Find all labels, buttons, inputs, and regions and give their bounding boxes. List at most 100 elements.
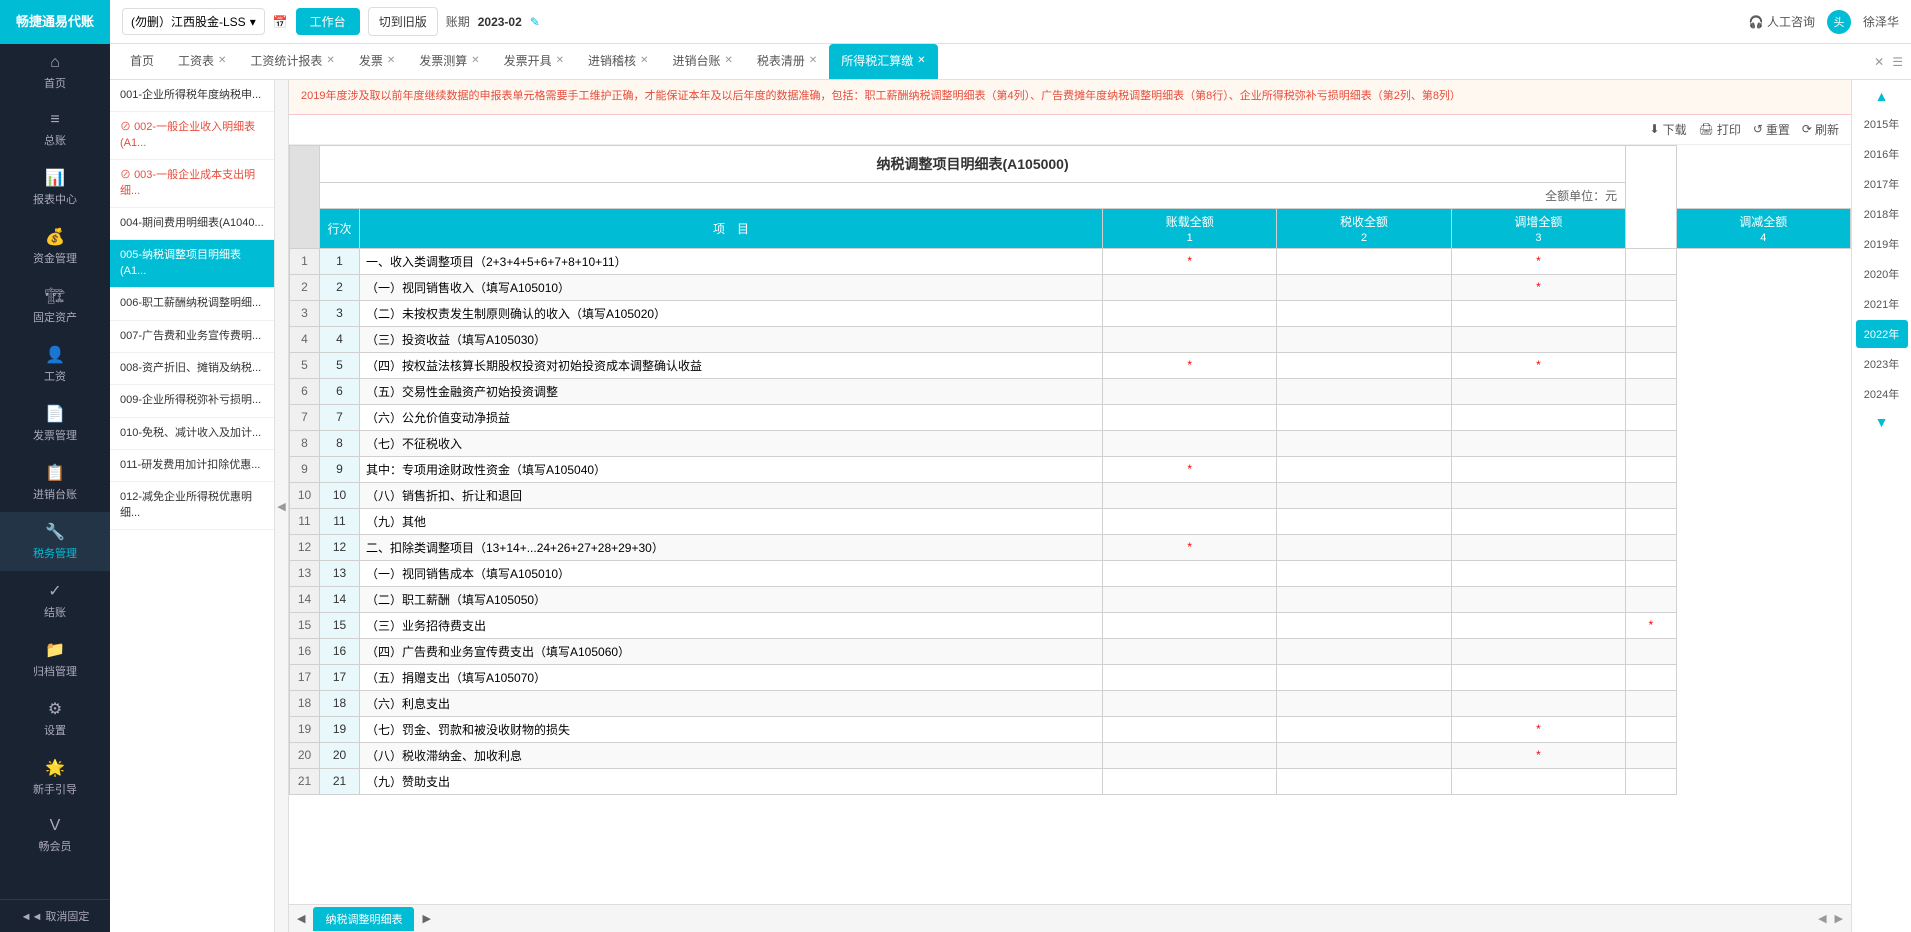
tab-invoice[interactable]: 发票 ✕ — [347, 44, 407, 79]
left-item-7[interactable]: 008-资产折旧、摊销及纳税... — [110, 353, 274, 385]
table-row: 33（二）未按权责发生制原则确认的收入（填写A105020） — [290, 300, 1851, 326]
tab-salary[interactable]: 工资表 ✕ — [166, 44, 238, 79]
tab-invoice-calc[interactable]: 发票测算 ✕ — [407, 44, 491, 79]
close-icon: ✓ — [48, 581, 61, 601]
tax-icon: 🔧 — [45, 522, 65, 542]
chevron-down-icon: ▾ — [250, 15, 256, 29]
year-2022[interactable]: 2022年 — [1856, 320, 1908, 348]
year-2021[interactable]: 2021年 — [1856, 290, 1908, 318]
th-c2: 税收全额2 — [1277, 208, 1451, 248]
table-row: 2020（八）税收滞纳金、加收利息* — [290, 742, 1851, 768]
table-row: 1818（六）利息支出 — [290, 690, 1851, 716]
print-button[interactable]: 🖨 打印 — [1699, 121, 1741, 138]
download-button[interactable]: ⬇ 下载 — [1650, 121, 1687, 138]
scroll-right-icon[interactable]: ▶ — [422, 912, 430, 925]
year-up-arrow[interactable]: ▲ — [1871, 84, 1893, 108]
refresh-button[interactable]: ⟳ 刷新 — [1802, 121, 1839, 138]
table-row: 11一、收入类调整项目（2+3+4+5+6+7+8+10+11）** — [290, 248, 1851, 274]
main-area: (勿删）江西股金-LSS ▾ 📅 工作台 切到旧版 账期 2023-02 ✎ 🎧… — [110, 0, 1911, 932]
bottom-tab-main[interactable]: 纳税调整明细表 — [313, 907, 414, 931]
table-row: 99其中：专项用途财政性资金（填写A105040）* — [290, 456, 1851, 482]
sidebar-item-guide[interactable]: 🌟 新手引导 — [0, 748, 110, 807]
left-item-2[interactable]: 003-一般企业成本支出明细... — [110, 160, 274, 208]
service-label[interactable]: 🎧 人工咨询 — [1749, 13, 1815, 30]
sidebar-item-sales[interactable]: 📋 进销台账 — [0, 453, 110, 512]
sidebar-item-close[interactable]: ✓ 结账 — [0, 571, 110, 630]
year-2023[interactable]: 2023年 — [1856, 350, 1908, 378]
tab-salary-report[interactable]: 工资统计报表 ✕ — [238, 44, 346, 79]
sidebar-label-guide: 新手引导 — [33, 781, 77, 797]
print-icon: 🖨 — [1699, 122, 1714, 136]
table-scroll-left[interactable]: ◀ — [1818, 912, 1826, 925]
reset-button[interactable]: ↺ 重置 — [1753, 121, 1790, 138]
close-tab-tax-calc[interactable]: ✕ — [917, 55, 925, 66]
close-tab-invoice-open[interactable]: ✕ — [556, 55, 564, 66]
tab-check[interactable]: 进销稽核 ✕ — [576, 44, 660, 79]
left-item-10[interactable]: 011-研发费用加计扣除优惠... — [110, 450, 274, 482]
switch-old-button[interactable]: 切到旧版 — [368, 7, 438, 36]
tab-invoice-open[interactable]: 发票开具 ✕ — [492, 44, 576, 79]
workspace-button[interactable]: 工作台 — [296, 8, 360, 35]
left-item-3[interactable]: 004-期间费用明细表(A1040... — [110, 208, 274, 240]
menu-icon[interactable]: ☰ — [1892, 55, 1903, 69]
year-2020[interactable]: 2020年 — [1856, 260, 1908, 288]
sidebar-item-reports[interactable]: 📊 报表中心 — [0, 158, 110, 217]
sidebar-label-sales: 进销台账 — [33, 486, 77, 502]
tab-home[interactable]: 首页 — [118, 44, 166, 79]
sidebar-item-salary[interactable]: 👤 工资 — [0, 335, 110, 394]
tab-tax-list[interactable]: 税表清册 ✕ — [745, 44, 829, 79]
close-tab-invoice-calc[interactable]: ✕ — [471, 55, 479, 66]
year-down-arrow[interactable]: ▼ — [1871, 410, 1893, 434]
close-tab-tax-list[interactable]: ✕ — [809, 55, 817, 66]
sidebar-item-assets[interactable]: 🏗 固定资产 — [0, 276, 110, 335]
sidebar-label-ledger: 总账 — [44, 132, 66, 148]
company-label: (勿删）江西股金-LSS — [131, 13, 246, 30]
close-tab-check[interactable]: ✕ — [640, 55, 648, 66]
year-2016[interactable]: 2016年 — [1856, 140, 1908, 168]
sidebar-item-ledger[interactable]: ≡ 总账 — [0, 101, 110, 158]
left-panel: 001-企业所得税年度纳税申... 002-一般企业收入明细表(A1... 00… — [110, 80, 275, 932]
sidebar-item-invoice[interactable]: 📄 发票管理 — [0, 394, 110, 453]
settings-icon: ⚙ — [48, 699, 62, 719]
left-item-11[interactable]: 012-减免企业所得税优惠明细... — [110, 482, 274, 530]
sidebar-label-assets: 固定资产 — [33, 309, 77, 325]
left-item-6[interactable]: 007-广告费和业务宣传费明... — [110, 321, 274, 353]
sidebar-item-member[interactable]: V 畅会员 — [0, 807, 110, 864]
close-tab-ledger[interactable]: ✕ — [724, 55, 732, 66]
refresh-icon: ⟳ — [1802, 122, 1812, 136]
tab-ledger[interactable]: 进销台账 ✕ — [660, 44, 744, 79]
year-2024[interactable]: 2024年 — [1856, 380, 1908, 408]
collapse-panel-btn[interactable]: ◀ — [275, 80, 289, 932]
sidebar-item-archive[interactable]: 📁 归档管理 — [0, 630, 110, 689]
close-all-icon[interactable]: ✕ — [1874, 55, 1884, 69]
table-row: 55（四）按权益法核算长期股权投资对初始投资成本调整确认收益** — [290, 352, 1851, 378]
table-row: 44（三）投资收益（填写A105030） — [290, 326, 1851, 352]
left-item-4[interactable]: 005-纳税调整项目明细表(A1... — [110, 240, 274, 288]
sidebar-item-finance[interactable]: 💰 资金管理 — [0, 217, 110, 276]
invoice-icon: 📄 — [45, 404, 65, 424]
table-row: 88（七）不征税收入 — [290, 430, 1851, 456]
sidebar-label-member: 畅会员 — [39, 838, 72, 854]
close-tab-salary-report[interactable]: ✕ — [326, 55, 334, 66]
left-item-5[interactable]: 006-职工薪酬纳税调整明细... — [110, 288, 274, 320]
table-scroll-right[interactable]: ▶ — [1835, 912, 1843, 925]
scroll-left-icon[interactable]: ◀ — [297, 912, 305, 925]
period-edit-icon[interactable]: ✎ — [530, 15, 540, 29]
left-item-8[interactable]: 009-企业所得税弥补亏损明... — [110, 385, 274, 417]
sidebar-item-home[interactable]: ⌂ 首页 — [0, 44, 110, 101]
year-2019[interactable]: 2019年 — [1856, 230, 1908, 258]
sidebar-item-settings[interactable]: ⚙ 设置 — [0, 689, 110, 748]
tab-tax-calc[interactable]: 所得税汇算缴 ✕ — [829, 44, 937, 79]
year-2017[interactable]: 2017年 — [1856, 170, 1908, 198]
user-avatar[interactable]: 头 — [1827, 10, 1851, 34]
year-2018[interactable]: 2018年 — [1856, 200, 1908, 228]
left-item-1[interactable]: 002-一般企业收入明细表(A1... — [110, 112, 274, 160]
close-tab-salary[interactable]: ✕ — [218, 55, 226, 66]
left-item-9[interactable]: 010-免税、减计收入及加计... — [110, 418, 274, 450]
sidebar-unpin[interactable]: ◄◄ 取消固定 — [0, 899, 110, 932]
sidebar-item-tax[interactable]: 🔧 税务管理 — [0, 512, 110, 571]
company-selector[interactable]: (勿删）江西股金-LSS ▾ — [122, 8, 265, 35]
year-2015[interactable]: 2015年 — [1856, 110, 1908, 138]
left-item-0[interactable]: 001-企业所得税年度纳税申... — [110, 80, 274, 112]
close-tab-invoice[interactable]: ✕ — [387, 55, 395, 66]
